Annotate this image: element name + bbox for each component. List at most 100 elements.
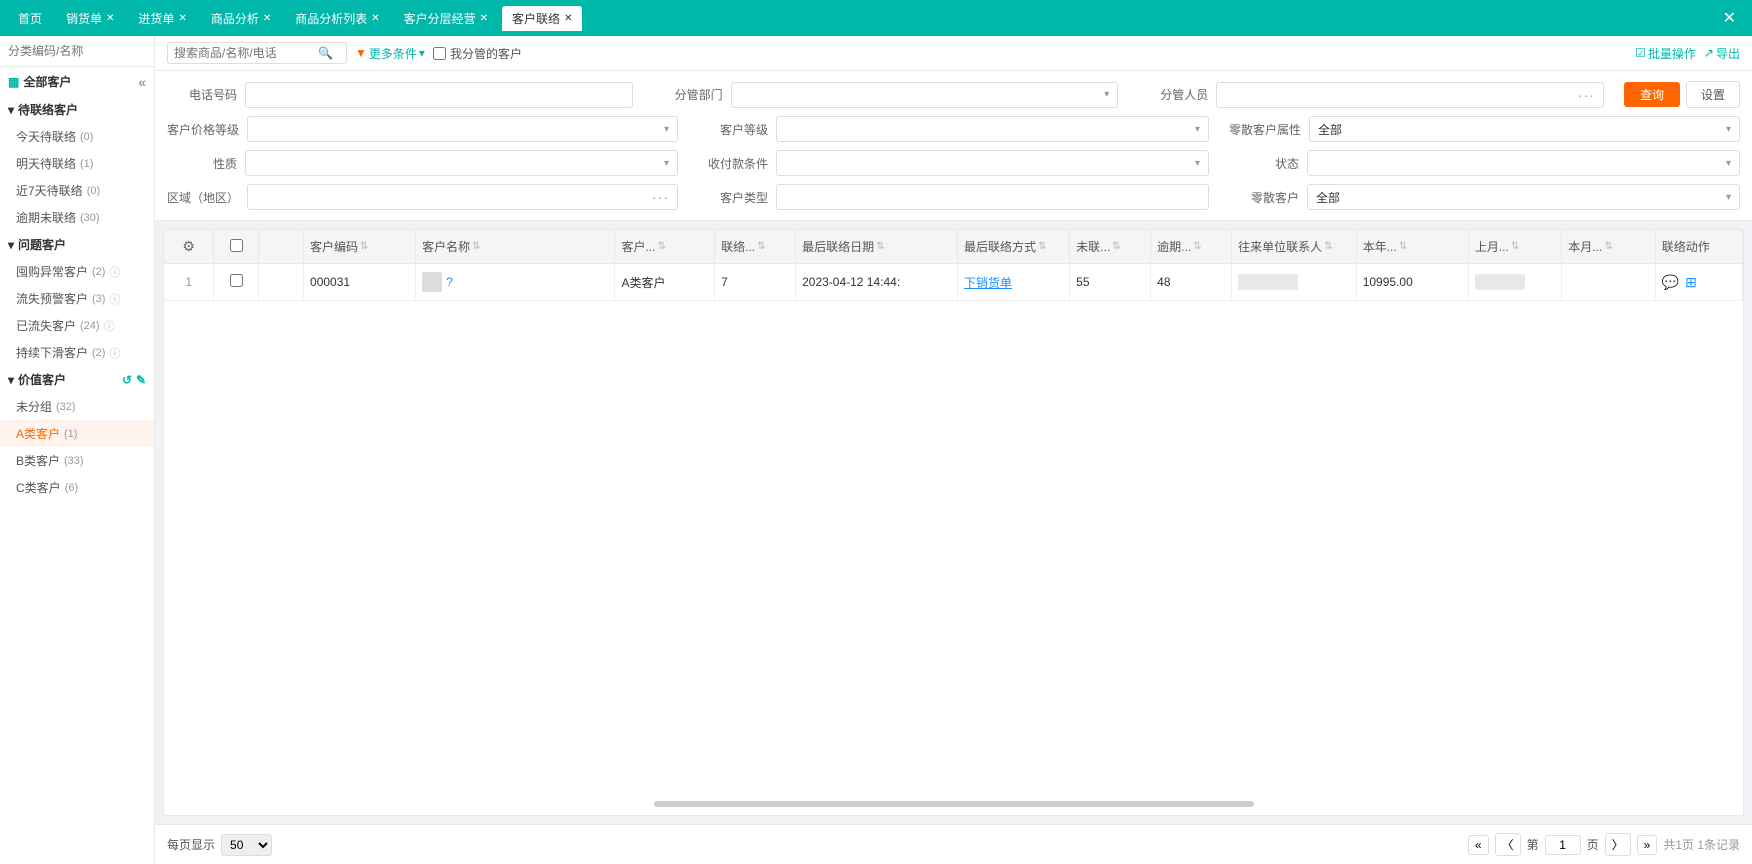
sidebar-item-churn-warning[interactable]: 流失预警客户 (3) ⓘ xyxy=(0,285,154,312)
th-unit-contact-sort-icon[interactable]: ⇅ xyxy=(1324,241,1332,252)
tab-sales-label: 销货单 xyxy=(66,10,102,27)
tab-customer-contact[interactable]: 客户联络 ✕ xyxy=(502,6,582,31)
sidebar-churn-warning-info-icon: ⓘ xyxy=(109,291,120,307)
filter-payment-select[interactable]: ▾ xyxy=(776,150,1209,176)
sidebar-value-edit-icon[interactable]: ✎ xyxy=(136,373,146,387)
sidebar-churn-warning-count: (3) xyxy=(92,293,105,305)
tab-product-list-close-icon[interactable]: ✕ xyxy=(371,13,379,24)
page-number-input[interactable] xyxy=(1545,835,1581,855)
td-cust-type: A类客户 xyxy=(615,264,715,301)
sidebar-item-c-class[interactable]: C类客户 (6) xyxy=(0,474,154,501)
tab-purchase-label: 进货单 xyxy=(138,10,174,27)
my-customers-checkbox[interactable] xyxy=(433,47,446,60)
filter-scatter-attr-select[interactable]: 全部 ▾ xyxy=(1309,116,1740,142)
filter-region-label: 区域（地区） xyxy=(167,189,239,206)
tab-purchase-close-icon[interactable]: ✕ xyxy=(178,13,186,24)
next-page-button[interactable]: 〉 xyxy=(1605,833,1631,856)
horizontal-scrollbar[interactable] xyxy=(654,801,1254,807)
filter-nature-select[interactable]: ▾ xyxy=(245,150,678,176)
action-icons-container: 💬 ⊞ xyxy=(1662,274,1736,291)
sidebar-item-7day-pending[interactable]: 近7天待联络 (0) xyxy=(0,177,154,204)
more-filters-label: 更多条件 xyxy=(369,45,417,62)
tab-sales-order[interactable]: 销货单 ✕ xyxy=(56,6,124,31)
sidebar-item-overdue-contact[interactable]: 逾期未联络 (30) xyxy=(0,204,154,231)
sidebar-item-declining[interactable]: 持续下滑客户 (2) ⓘ xyxy=(0,339,154,366)
sidebar-item-b-class[interactable]: B类客户 (33) xyxy=(0,447,154,474)
select-all-checkbox[interactable] xyxy=(230,239,243,252)
more-filters-button[interactable]: ▼ 更多条件 ▾ xyxy=(355,45,425,62)
tab-purchase-order[interactable]: 进货单 ✕ xyxy=(128,6,196,31)
sidebar-search-input[interactable] xyxy=(8,44,155,58)
filter-price-level-label: 客户价格等级 xyxy=(167,121,239,138)
sidebar-collapse-icon[interactable]: « xyxy=(138,74,146,90)
chat-action-icon[interactable]: 💬 xyxy=(1662,274,1679,291)
th-last-date-sort-icon[interactable]: ⇅ xyxy=(876,241,884,252)
close-all-tabs-button[interactable]: ✕ xyxy=(1715,8,1744,28)
th-gear[interactable]: ⚙ xyxy=(164,230,214,264)
sidebar-item-unclassified[interactable]: 未分组 (32) xyxy=(0,393,154,420)
tab-home-label: 首页 xyxy=(18,10,42,27)
tab-product-analysis-close-icon[interactable]: ✕ xyxy=(263,13,271,24)
filter-icon: ▼ xyxy=(355,46,367,60)
sidebar-item-tomorrow-pending[interactable]: 明天待联络 (1) xyxy=(0,150,154,177)
gear-settings-icon[interactable]: ⚙ xyxy=(182,238,195,254)
filter-phone-input[interactable] xyxy=(245,82,633,108)
filter-status-select[interactable]: ▾ xyxy=(1307,150,1740,176)
sidebar-search-container: 🔍 xyxy=(0,36,154,67)
customer-name[interactable]: ? xyxy=(446,275,453,289)
page-size-select[interactable]: 10 20 50 100 xyxy=(221,834,272,856)
filter-region-select[interactable]: ··· xyxy=(247,184,678,210)
th-contact-num-sort-icon[interactable]: ⇅ xyxy=(757,241,765,252)
td-seq xyxy=(259,264,304,301)
export-button[interactable]: ↗ 导出 xyxy=(1704,45,1740,62)
tab-sales-close-icon[interactable]: ✕ xyxy=(106,13,114,24)
th-overdue-sort-icon[interactable]: ⇅ xyxy=(1193,241,1201,252)
filter-payment-arrow-icon: ▾ xyxy=(1195,158,1200,169)
th-name-sort-icon[interactable]: ⇅ xyxy=(472,241,480,252)
query-button[interactable]: 查询 xyxy=(1624,82,1680,107)
last-page-button[interactable]: » xyxy=(1637,835,1658,855)
sidebar-section-value[interactable]: ▾ 价值客户 ↺ ✎ xyxy=(0,366,154,393)
tab-customer-tier-close-icon[interactable]: ✕ xyxy=(480,13,488,24)
th-cust-type-sort-icon[interactable]: ⇅ xyxy=(657,241,665,252)
sidebar-item-hoarding[interactable]: 囤购异常客户 (2) ⓘ xyxy=(0,258,154,285)
first-page-button[interactable]: « xyxy=(1468,835,1489,855)
sidebar-section-problem[interactable]: ▾ 问题客户 xyxy=(0,231,154,258)
batch-op-button[interactable]: ☑ 批量操作 xyxy=(1635,45,1696,62)
sidebar-all-customers[interactable]: ▦ 全部客户 « xyxy=(0,67,154,96)
th-last-month-sort-icon[interactable]: ⇅ xyxy=(1511,241,1519,252)
sidebar-b-class-label: B类客户 xyxy=(16,452,60,469)
last-method-link[interactable]: 下销货单 xyxy=(964,276,1012,290)
pagination-bar: 每页显示 10 20 50 100 « 〈 第 页 〉 » 共1页 1条记录 xyxy=(155,824,1752,864)
tab-product-analysis-list[interactable]: 商品分析列表 ✕ xyxy=(285,6,389,31)
th-this-month-sort-icon[interactable]: ⇅ xyxy=(1604,241,1612,252)
sidebar-value-refresh-icon[interactable]: ↺ xyxy=(122,373,132,387)
sidebar-item-today-pending[interactable]: 今天待联络 (0) xyxy=(0,123,154,150)
qr-action-icon[interactable]: ⊞ xyxy=(1685,274,1697,291)
sidebar-section-pending[interactable]: ▾ 待联络客户 xyxy=(0,96,154,123)
th-no-contact-sort-icon[interactable]: ⇅ xyxy=(1112,241,1120,252)
row-checkbox[interactable] xyxy=(230,274,243,287)
filter-cust-level-select[interactable]: ▾ xyxy=(776,116,1209,142)
tab-product-analysis[interactable]: 商品分析 ✕ xyxy=(201,6,281,31)
td-overdue: 48 xyxy=(1151,264,1232,301)
th-year-amount-sort-icon[interactable]: ⇅ xyxy=(1399,241,1407,252)
tab-customer-contact-close-icon[interactable]: ✕ xyxy=(564,13,572,24)
search-input[interactable] xyxy=(174,46,314,60)
filter-scatter-cust-select[interactable]: 全部 ▾ xyxy=(1307,184,1740,210)
filter-price-level-select[interactable]: ▾ xyxy=(247,116,678,142)
search-icon[interactable]: 🔍 xyxy=(318,46,333,60)
filter-manager-input[interactable]: ··· xyxy=(1216,82,1604,108)
tab-home[interactable]: 首页 xyxy=(8,6,52,31)
settings-button[interactable]: 设置 xyxy=(1686,81,1740,108)
filter-dept-select[interactable]: ▾ xyxy=(731,82,1119,108)
batch-op-icon: ☑ xyxy=(1635,46,1646,60)
th-contact-num-label: 联络... xyxy=(721,238,755,255)
tab-customer-tier[interactable]: 客户分层经营 ✕ xyxy=(394,6,498,31)
prev-page-button[interactable]: 〈 xyxy=(1495,833,1521,856)
th-code-sort-icon[interactable]: ⇅ xyxy=(360,241,368,252)
sidebar-item-a-class[interactable]: A类客户 (1) xyxy=(0,420,154,447)
th-last-method-sort-icon[interactable]: ⇅ xyxy=(1038,241,1046,252)
filter-cust-type-input[interactable] xyxy=(776,184,1209,210)
sidebar-item-churned[interactable]: 已流失客户 (24) ⓘ xyxy=(0,312,154,339)
